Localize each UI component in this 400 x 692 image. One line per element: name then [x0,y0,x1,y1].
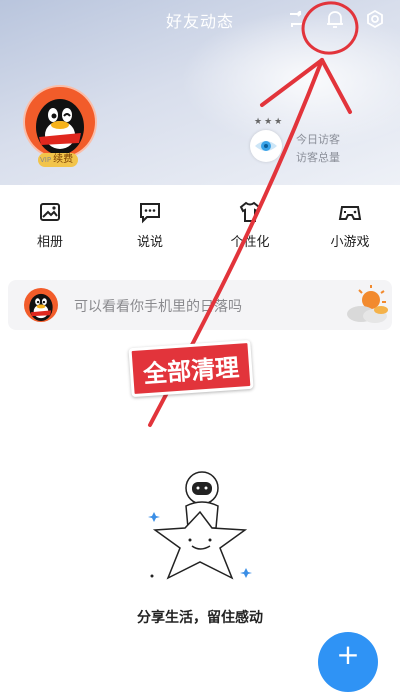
settings-icon[interactable] [364,8,386,30]
shirt-icon [239,201,261,222]
visitor-eye-icon[interactable] [250,130,282,162]
vip-renew-badge[interactable]: VIP 续费 [38,153,79,167]
quick-actions: 相册 说说 个性化 小游戏 [0,185,400,260]
sunset-weather-icon [347,285,388,323]
astronaut-star-illustration [148,471,252,580]
quick-action-personalize[interactable]: 个性化 [200,185,300,260]
quick-action-minigame[interactable]: 小游戏 [300,185,400,260]
post-prompt-text: 可以看看你手机里的日落吗 [74,299,242,315]
rating-stars: ★★★ [254,117,285,127]
visitors-today[interactable]: 今日访客 0 [296,131,340,147]
visitors-total[interactable]: 访客总量 19494 [296,149,400,165]
quick-action-moments[interactable]: 说说 [100,185,200,260]
post-avatar [24,288,58,322]
gamepad-icon [338,206,362,220]
message-icon [140,203,160,224]
profile-header: 好友动态 VIP续费 ★★★ 今日访客 0 访客总量 19494 [0,0,400,185]
annotation-label: 全部清理 [128,339,254,398]
post-prompt-bar[interactable]: 可以看看你手机里的日落吗 [8,280,392,330]
quick-action-album[interactable]: 相册 [0,185,100,260]
album-icon [40,203,60,221]
bell-icon[interactable] [324,8,346,30]
compose-fab[interactable]: + [318,632,378,692]
camera-switch-icon[interactable] [285,8,307,30]
plus-icon: + [336,638,360,671]
profile-avatar[interactable] [23,85,97,159]
empty-state-text: 分享生活，留住感动 [137,610,263,626]
